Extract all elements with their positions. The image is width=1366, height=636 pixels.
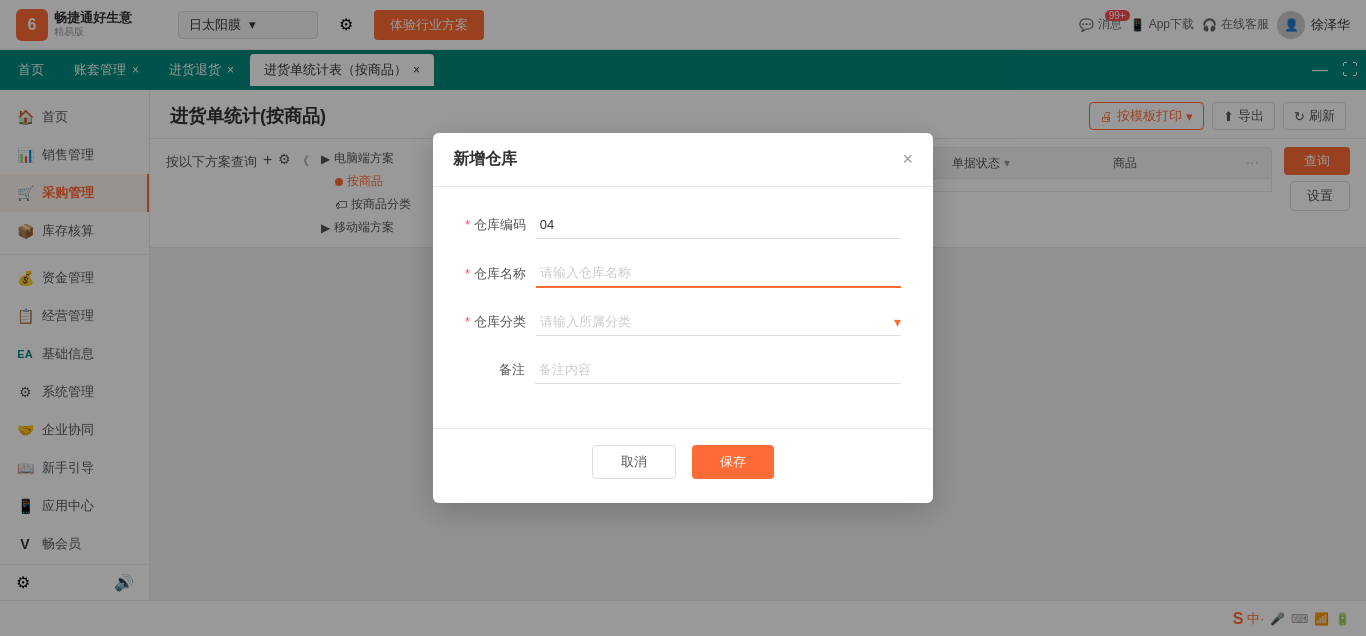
remark-input[interactable] [535,356,901,384]
warehouse-category-select-wrap: 请输入所属分类 ▾ [536,308,901,336]
form-row-name: * 仓库名称 [465,259,901,288]
category-chevron-icon: ▾ [894,314,901,330]
save-button[interactable]: 保存 [692,445,774,479]
form-name-label: * 仓库名称 [465,265,536,283]
dialog-footer: 取消 保存 [433,428,933,503]
required-star-name: * [465,266,470,281]
form-row-category: * 仓库分类 请输入所属分类 ▾ [465,308,901,336]
form-row-remark: 备注 [465,356,901,384]
warehouse-code-input[interactable] [536,211,901,239]
dialog-close-button[interactable]: × [902,149,913,170]
dialog-title: 新增仓库 [453,149,517,170]
form-category-label: * 仓库分类 [465,313,536,331]
form-remark-label: 备注 [465,361,535,379]
dialog-header: 新增仓库 × [433,133,933,187]
required-star-category: * [465,314,470,329]
required-star-code: * [465,217,470,232]
warehouse-name-input[interactable] [536,259,901,288]
form-code-label: * 仓库编码 [465,216,536,234]
cancel-button[interactable]: 取消 [592,445,676,479]
modal-overlay: 新增仓库 × * 仓库编码 * 仓库名称 [0,0,1366,636]
new-warehouse-dialog: 新增仓库 × * 仓库编码 * 仓库名称 [433,133,933,503]
warehouse-category-select[interactable]: 请输入所属分类 [536,308,894,335]
form-row-code: * 仓库编码 [465,211,901,239]
dialog-body: * 仓库编码 * 仓库名称 * 仓库分类 [433,187,933,428]
